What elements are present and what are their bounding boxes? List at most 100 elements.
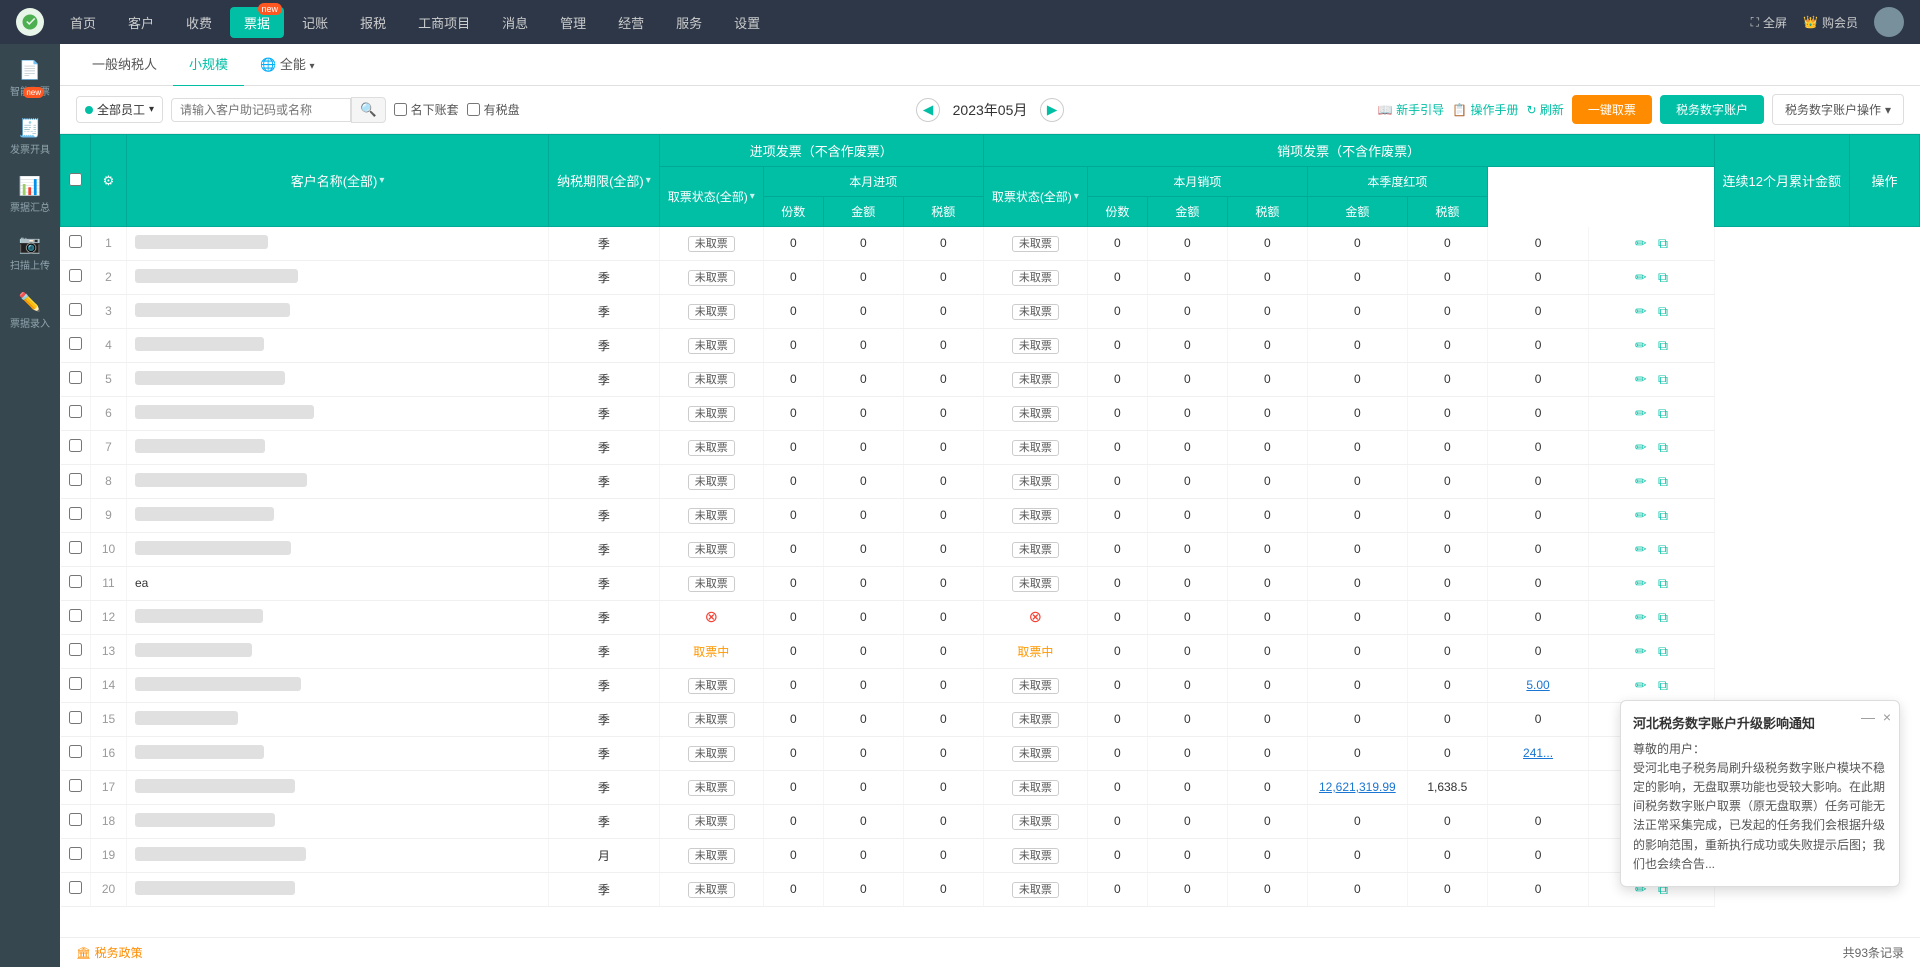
new-guide-link[interactable]: 📖 新手引导 [1378,101,1444,118]
edit-action-button[interactable]: ✏ [1631,675,1651,696]
row-checkbox[interactable] [69,575,82,588]
nav-service[interactable]: 服务 [662,7,716,38]
fullscreen-btn[interactable]: ⛶ 全屏 [1751,14,1787,31]
period-filter-icon[interactable]: ▾ [646,175,651,186]
edit-action-button[interactable]: ✏ [1631,437,1651,458]
copy-action-button[interactable]: ⧉ [1654,369,1672,390]
row-checkbox[interactable] [69,235,82,248]
edit-action-button[interactable]: ✏ [1631,539,1651,560]
edit-action-button[interactable]: ✏ [1631,641,1651,662]
out-amount-cell: 0 [1147,736,1227,770]
sidebar-item-smart-ticket[interactable]: 📄 智能取票 new [2,52,58,106]
row-checkbox[interactable] [69,847,82,860]
out-status-filter-icon[interactable]: ▾ [1074,191,1079,202]
copy-action-button[interactable]: ⧉ [1654,675,1672,696]
manual-link[interactable]: 📋 操作手册 [1452,101,1518,118]
employee-filter[interactable]: 全部员工 ▾ [76,96,163,123]
nav-accounting[interactable]: 记账 [288,7,342,38]
refresh-link[interactable]: ↻ 刷新 [1527,101,1564,118]
edit-action-button[interactable]: ✏ [1631,607,1651,628]
row-checkbox[interactable] [69,473,82,486]
row-checkbox[interactable] [69,881,82,894]
in-status-filter-icon[interactable]: ▾ [750,191,755,202]
edit-action-button[interactable]: ✏ [1631,233,1651,254]
row-checkbox[interactable] [69,745,82,758]
notification-minimize-btn[interactable]: — [1861,709,1875,725]
nav-message[interactable]: 消息 [488,7,542,38]
copy-action-button[interactable]: ⧉ [1654,233,1672,254]
copy-action-button[interactable]: ⧉ [1654,403,1672,424]
edit-action-button[interactable]: ✏ [1631,403,1651,424]
nav-home[interactable]: 首页 [56,7,110,38]
select-all-checkbox[interactable] [69,173,82,186]
edit-action-button[interactable]: ✏ [1631,301,1651,322]
edit-action-button[interactable]: ✏ [1631,573,1651,594]
client-filter-icon[interactable]: ▾ [379,175,384,186]
row-checkbox[interactable] [69,609,82,622]
row-checkbox[interactable] [69,779,82,792]
row-checkbox[interactable] [69,677,82,690]
sub-account-checkbox[interactable]: 名下账套 [394,101,459,118]
row-checkbox[interactable] [69,813,82,826]
copy-action-button[interactable]: ⧉ [1654,267,1672,288]
has-tax-disk-checkbox[interactable]: 有税盘 [467,101,520,118]
next-month-button[interactable]: ▶ [1040,98,1064,122]
nav-tax[interactable]: 报税 [346,7,400,38]
th-out-tax: 税额 [1227,197,1307,227]
subnav-all-capable[interactable]: 🌐 全能 ▾ [244,44,330,87]
sidebar-item-ticket-entry[interactable]: ✏️ 票据录入 [2,284,58,338]
prev-month-button[interactable]: ◀ [916,98,940,122]
row-checkbox[interactable] [69,711,82,724]
row-checkbox[interactable] [69,643,82,656]
nav-business[interactable]: 工商项目 [404,7,484,38]
row-checkbox[interactable] [69,269,82,282]
row-checkbox[interactable] [69,405,82,418]
copy-action-button[interactable]: ⧉ [1654,539,1672,560]
copy-action-button[interactable]: ⧉ [1654,437,1672,458]
sidebar-item-ticket-summary[interactable]: 📊 票据汇总 [2,168,58,222]
copy-action-button[interactable]: ⧉ [1654,573,1672,594]
sidebar-item-scan-upload[interactable]: 📷 扫描上传 [2,226,58,280]
row-checkbox[interactable] [69,439,82,452]
notification-close-btn[interactable]: × [1883,709,1891,725]
tax-policy-link[interactable]: 🏛 税务政策 [76,944,143,961]
edit-action-button[interactable]: ✏ [1631,267,1651,288]
copy-action-button[interactable]: ⧉ [1654,505,1672,526]
edit-action-button[interactable]: ✏ [1631,369,1651,390]
edit-action-button[interactable]: ✏ [1631,505,1651,526]
nav-ticket[interactable]: 票据 new [230,7,284,38]
row-checkbox[interactable] [69,337,82,350]
settings-icon[interactable]: ⚙ [103,173,115,188]
in-tax-cell: 0 [903,634,983,668]
sidebar-item-invoice-open[interactable]: 🧾 发票开具 [2,110,58,164]
copy-action-button[interactable]: ⧉ [1654,471,1672,492]
user-avatar[interactable] [1874,7,1904,37]
search-input[interactable] [171,98,351,122]
row-checkbox[interactable] [69,507,82,520]
row-checkbox[interactable] [69,541,82,554]
nav-settings[interactable]: 设置 [720,7,774,38]
nav-manage[interactable]: 管理 [546,7,600,38]
logo[interactable] [16,8,44,36]
edit-action-button[interactable]: ✏ [1631,471,1651,492]
one-click-ticket-button[interactable]: 一键取票 [1572,95,1652,124]
in-amount-cell: 0 [823,668,903,702]
subnav-small-scale[interactable]: 小规模 [173,44,244,87]
copy-action-button[interactable]: ⧉ [1654,335,1672,356]
search-button[interactable]: 🔍 [351,97,386,123]
nav-client[interactable]: 客户 [114,7,168,38]
copy-action-button[interactable]: ⧉ [1654,301,1672,322]
nav-fee[interactable]: 收费 [172,7,226,38]
digital-account-button[interactable]: 税务数字账户 [1660,95,1764,124]
client-name-cell [127,464,549,498]
row-num-cell: 10 [91,532,127,566]
row-checkbox[interactable] [69,371,82,384]
row-checkbox[interactable] [69,303,82,316]
digital-ops-button[interactable]: 税务数字账户操作 ▾ [1772,94,1904,125]
vip-btn[interactable]: 👑 购会员 [1803,14,1858,31]
nav-operation[interactable]: 经营 [604,7,658,38]
edit-action-button[interactable]: ✏ [1631,335,1651,356]
subnav-general-taxpayer[interactable]: 一般纳税人 [76,44,173,87]
copy-action-button[interactable]: ⧉ [1654,607,1672,628]
copy-action-button[interactable]: ⧉ [1654,641,1672,662]
